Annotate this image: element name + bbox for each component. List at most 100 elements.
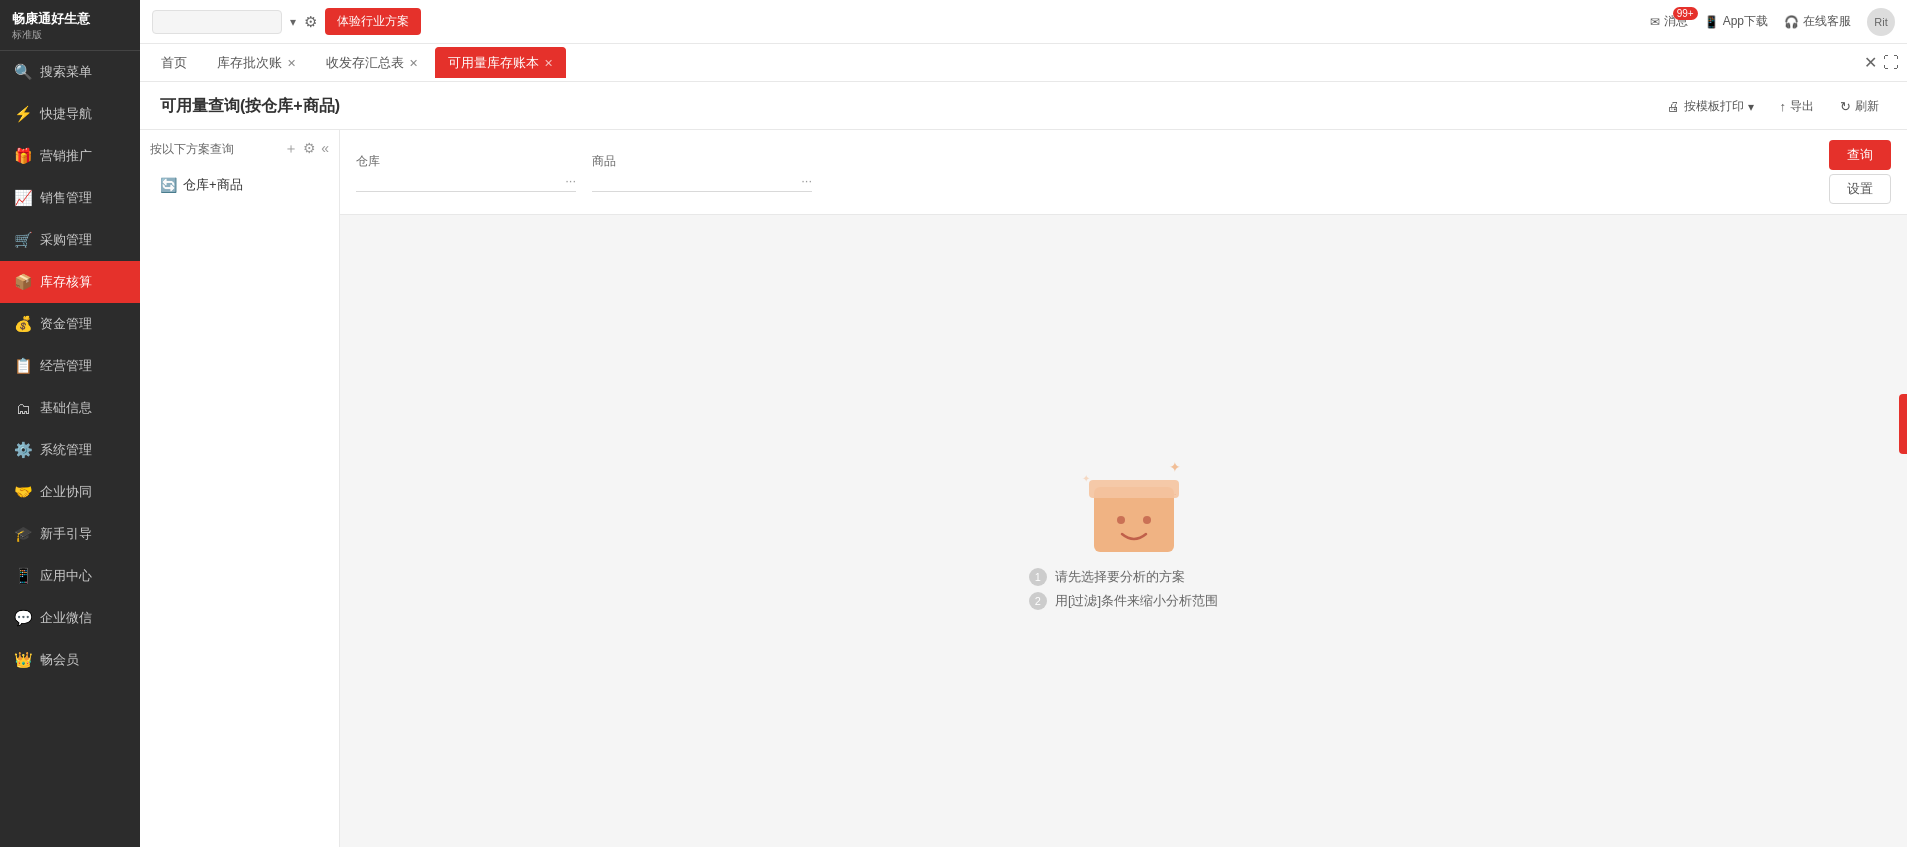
message-badge: 99+ (1673, 7, 1698, 20)
tip-text-2: 用[过滤]条件来缩小分析范围 (1055, 592, 1218, 610)
tabs-bar: 首页 库存批次账 ✕ 收发存汇总表 ✕ 可用量库存账本 ✕ ✕ ⛶ (140, 44, 1907, 82)
app-icon: 📱 (1704, 15, 1719, 29)
settings-filter-icon[interactable]: ⚙ (303, 140, 316, 158)
sidebar-item-collab[interactable]: 🤝 企业协同 (0, 471, 140, 513)
app-download-label: App下载 (1723, 13, 1768, 30)
svg-text:✦: ✦ (1082, 473, 1090, 484)
tab-home-label: 首页 (161, 54, 187, 72)
svg-text:✦: ✦ (1169, 459, 1181, 475)
guide-icon: 🎓 (14, 525, 32, 543)
sidebar-item-label: 新手引导 (40, 525, 92, 543)
sidebar-item-marketing[interactable]: 🎁 营销推广 (0, 135, 140, 177)
warehouse-more-icon[interactable]: ··· (565, 173, 576, 188)
tab-recv-summary[interactable]: 收发存汇总表 ✕ (313, 47, 431, 78)
print-dropdown-icon[interactable]: ▾ (1748, 100, 1754, 114)
online-service-btn[interactable]: 🎧 在线客服 (1784, 13, 1851, 30)
print-label: 按模板打印 (1684, 98, 1744, 115)
filter-panel-title: 按以下方案查询 (150, 141, 234, 158)
right-scroll-handle[interactable] (1899, 394, 1907, 454)
sidebar-item-basic[interactable]: 🗂 基础信息 (0, 387, 140, 429)
goods-input-row: ··· (592, 173, 812, 192)
app-download-btn[interactable]: 📱 App下载 (1704, 13, 1768, 30)
tip-text-1: 请先选择要分析的方案 (1055, 568, 1185, 586)
sidebar-item-label: 畅会员 (40, 651, 79, 669)
clipboard-icon: 📋 (14, 357, 32, 375)
empty-tips: 1 请先选择要分析的方案 2 用[过滤]条件来缩小分析范围 (1029, 568, 1218, 610)
cart-icon: 🛒 (14, 231, 32, 249)
gear-icon: ⚙️ (14, 441, 32, 459)
print-icon: 🖨 (1667, 99, 1680, 114)
chart-icon: 📈 (14, 189, 32, 207)
user-name: Rit (1874, 16, 1887, 28)
add-filter-icon[interactable]: ＋ (284, 140, 298, 158)
online-service-label: 在线客服 (1803, 13, 1851, 30)
sidebar-item-wechat[interactable]: 💬 企业微信 (0, 597, 140, 639)
tab-available-qty[interactable]: 可用量库存账本 ✕ (435, 47, 566, 78)
topbar-search-input[interactable] (152, 10, 282, 34)
expand-icon[interactable]: ⛶ (1883, 54, 1899, 72)
handshake-icon: 🤝 (14, 483, 32, 501)
sidebar-item-guide[interactable]: 🎓 新手引导 (0, 513, 140, 555)
tab-close-icon[interactable]: ✕ (544, 57, 553, 70)
query-btn[interactable]: 查询 (1829, 140, 1891, 170)
sidebar-item-label: 系统管理 (40, 441, 92, 459)
empty-tip-2: 2 用[过滤]条件来缩小分析范围 (1029, 592, 1218, 610)
settings-btn[interactable]: 设置 (1829, 174, 1891, 204)
export-btn[interactable]: ↑ 导出 (1772, 94, 1823, 119)
logo-title: 畅康通好生意 (12, 10, 128, 28)
sidebar-item-search[interactable]: 🔍 搜索菜单 (0, 51, 140, 93)
filter-item-warehouse-goods[interactable]: 🔄 仓库+商品 (150, 168, 329, 202)
svg-text:·: · (1174, 490, 1176, 499)
tab-batch-account[interactable]: 库存批次账 ✕ (204, 47, 309, 78)
sidebar-item-label: 销售管理 (40, 189, 92, 207)
empty-illustration: ✦ ✦ · (1074, 452, 1174, 552)
sidebar-item-label: 库存核算 (40, 273, 92, 291)
empty-svg: ✦ ✦ · (1074, 452, 1194, 562)
query-right-buttons: 查询 设置 (1829, 140, 1891, 204)
sidebar-item-member[interactable]: 👑 畅会员 (0, 639, 140, 681)
svg-point-3 (1143, 516, 1151, 524)
user-avatar[interactable]: Rit (1867, 8, 1895, 36)
sidebar-item-inventory[interactable]: 📦 库存核算 (0, 261, 140, 303)
tip-num-2: 2 (1029, 592, 1047, 610)
svg-rect-1 (1089, 480, 1179, 498)
topbar-dropdown-icon[interactable]: ▾ (290, 15, 296, 29)
tab-batch-account-label: 库存批次账 (217, 54, 282, 72)
sidebar-item-label: 采购管理 (40, 231, 92, 249)
goods-label: 商品 (592, 153, 812, 170)
goods-more-icon[interactable]: ··· (801, 173, 812, 188)
main-content: 仓库 ··· 商品 ··· 查询 设置 (340, 130, 1907, 847)
search-icon: 🔍 (14, 63, 32, 81)
sidebar-logo: 畅康通好生意 标准版 (0, 0, 140, 51)
refresh-btn[interactable]: ↻ 刷新 (1832, 94, 1887, 119)
close-window-icon[interactable]: ✕ (1864, 53, 1877, 72)
print-btn[interactable]: 🖨 按模板打印 ▾ (1659, 94, 1762, 119)
industry-btn[interactable]: 体验行业方案 (325, 8, 421, 35)
main-area: ▾ ⚙ 体验行业方案 ✉ 消息 99+ 📱 App下载 🎧 在线客服 Rit (140, 0, 1907, 847)
sidebar-item-system[interactable]: ⚙️ 系统管理 (0, 429, 140, 471)
tab-home[interactable]: 首页 (148, 47, 200, 78)
sidebar-item-finance[interactable]: 💰 资金管理 (0, 303, 140, 345)
sidebar-item-label: 应用中心 (40, 567, 92, 585)
page-actions: 🖨 按模板打印 ▾ ↑ 导出 ↻ 刷新 (1659, 94, 1888, 119)
sidebar-item-app[interactable]: 📱 应用中心 (0, 555, 140, 597)
filter-panel-actions: ＋ ⚙ « (284, 140, 329, 158)
page-title: 可用量查询(按仓库+商品) (160, 96, 340, 117)
topbar-gear-icon[interactable]: ⚙ (304, 13, 317, 31)
filter-panel-header: 按以下方案查询 ＋ ⚙ « (150, 140, 329, 158)
sidebar-item-label: 快捷导航 (40, 105, 92, 123)
goods-field: 商品 ··· (592, 153, 812, 192)
sidebar-item-shortcut[interactable]: ⚡ 快捷导航 (0, 93, 140, 135)
message-btn[interactable]: ✉ 消息 99+ (1650, 13, 1688, 30)
sidebar-item-purchase[interactable]: 🛒 采购管理 (0, 219, 140, 261)
money-icon: 💰 (14, 315, 32, 333)
refresh-icon: ↻ (1840, 99, 1851, 114)
tip-num-1: 1 (1029, 568, 1047, 586)
tab-recv-summary-label: 收发存汇总表 (326, 54, 404, 72)
tab-close-icon[interactable]: ✕ (409, 57, 418, 70)
sidebar-item-sales[interactable]: 📈 销售管理 (0, 177, 140, 219)
collapse-filter-icon[interactable]: « (321, 140, 329, 158)
tab-close-icon[interactable]: ✕ (287, 57, 296, 70)
sidebar-item-operation[interactable]: 📋 经营管理 (0, 345, 140, 387)
mobile-icon: 📱 (14, 567, 32, 585)
